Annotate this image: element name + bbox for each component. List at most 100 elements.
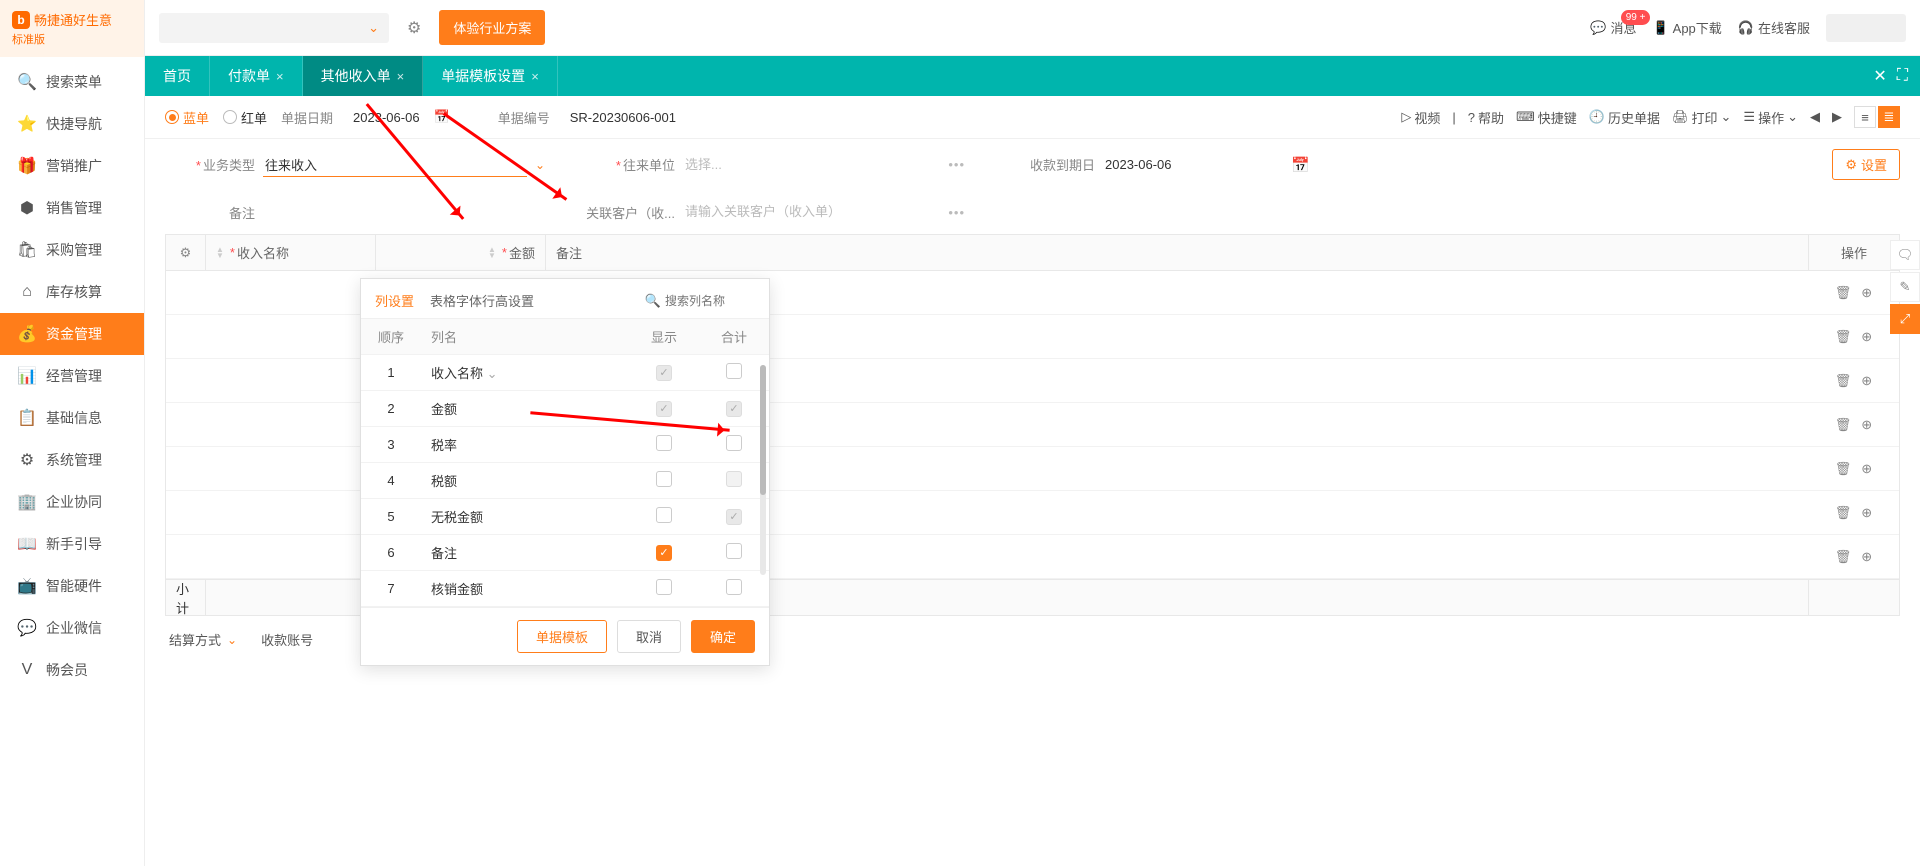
checkbox[interactable]	[656, 579, 672, 595]
checkbox[interactable]: ✓	[656, 545, 672, 561]
tool-expand-icon[interactable]: ⤢	[1890, 304, 1920, 334]
note-input[interactable]	[263, 200, 545, 224]
popup-tab-columns[interactable]: 列设置	[375, 291, 414, 310]
copy-icon[interactable]: ⊕	[1861, 373, 1872, 389]
copy-icon[interactable]: ⊕	[1861, 417, 1872, 433]
density-comfort[interactable]: ≣	[1878, 106, 1900, 128]
prev-icon[interactable]: ◀	[1810, 109, 1820, 125]
date-value[interactable]: 2023-06-06	[353, 110, 420, 125]
avatar[interactable]	[1826, 14, 1906, 42]
copy-icon[interactable]: ⊕	[1861, 461, 1872, 477]
shortcut-link[interactable]: ⌨快捷键	[1516, 108, 1577, 127]
nav-label: 基础信息	[46, 408, 102, 428]
popup-scrollbar[interactable]	[760, 365, 766, 575]
density-toggle: ≡ ≣	[1854, 106, 1900, 128]
next-icon[interactable]: ▶	[1832, 109, 1842, 125]
popup-tab-font[interactable]: 表格字体行高设置	[430, 291, 534, 310]
tab-0[interactable]: 首页	[145, 56, 210, 96]
sidebar-item-4[interactable]: 🛍采购管理	[0, 229, 144, 271]
sidebar-item-5[interactable]: ⌂库存核算	[0, 271, 144, 313]
radio-red[interactable]: 红单	[223, 108, 267, 127]
nav-icon: 📊	[18, 367, 36, 385]
doc-type-radio: 蓝单 红单	[165, 108, 267, 127]
ok-button[interactable]: 确定	[691, 620, 755, 653]
tab-3[interactable]: 单据模板设置×	[423, 56, 558, 96]
history-link[interactable]: 🕘历史单据	[1589, 108, 1660, 127]
sidebar-item-14[interactable]: V畅会员	[0, 649, 144, 691]
sidebar-item-9[interactable]: ⚙系统管理	[0, 439, 144, 481]
column-settings-icon[interactable]: ⚙	[166, 235, 206, 270]
cta-button[interactable]: 体验行业方案	[439, 10, 545, 45]
chevron-down-icon[interactable]: ⌄	[535, 158, 545, 172]
biz-type-input[interactable]	[263, 153, 527, 177]
close-icon[interactable]: ×	[397, 69, 405, 84]
sidebar-item-12[interactable]: 📺智能硬件	[0, 565, 144, 607]
template-button[interactable]: 单据模板	[517, 620, 607, 653]
settlement-field[interactable]: 结算方式⌄	[169, 630, 237, 649]
sidebar-item-13[interactable]: 💬企业微信	[0, 607, 144, 649]
tab-2[interactable]: 其他收入单×	[303, 56, 424, 96]
customer-input[interactable]	[683, 200, 940, 224]
delete-icon[interactable]: 🗑	[1835, 461, 1852, 477]
close-tab-icon[interactable]: ✕	[1873, 66, 1886, 86]
more-icon[interactable]: •••	[948, 205, 965, 220]
sidebar-item-3[interactable]: ⬢销售管理	[0, 187, 144, 229]
party-input[interactable]	[683, 153, 940, 177]
sidebar-item-11[interactable]: 📖新手引导	[0, 523, 144, 565]
col-amount[interactable]: ▲▼*金额	[376, 235, 546, 270]
tab-1[interactable]: 付款单×	[210, 56, 303, 96]
copy-icon[interactable]: ⊕	[1861, 505, 1872, 521]
sidebar-item-7[interactable]: 📊经营管理	[0, 355, 144, 397]
checkbox[interactable]	[656, 507, 672, 523]
checkbox[interactable]	[656, 471, 672, 487]
density-compact[interactable]: ≡	[1854, 106, 1876, 128]
sidebar-item-8[interactable]: 📋基础信息	[0, 397, 144, 439]
delete-icon[interactable]: 🗑	[1835, 373, 1852, 389]
video-link[interactable]: ▷视频	[1401, 108, 1440, 127]
checkbox[interactable]	[726, 543, 742, 559]
sidebar-item-2[interactable]: 🎁营销推广	[0, 145, 144, 187]
calendar-icon[interactable]: 📅	[434, 109, 450, 125]
date-label: 单据日期	[281, 108, 333, 127]
delete-icon[interactable]: 🗑	[1835, 417, 1852, 433]
sidebar-item-10[interactable]: 🏢企业协同	[0, 481, 144, 523]
print-link[interactable]: 🖨打印⌄	[1672, 108, 1731, 127]
messages-link[interactable]: 💬 消息 99 +	[1590, 18, 1636, 37]
help-link[interactable]: ?帮助	[1468, 108, 1504, 127]
delete-icon[interactable]: 🗑	[1835, 329, 1852, 345]
close-icon[interactable]: ×	[531, 69, 539, 84]
tool-edit-icon[interactable]: ✎	[1890, 272, 1920, 302]
close-icon[interactable]: ×	[276, 69, 284, 84]
sidebar-item-1[interactable]: ⭐快捷导航	[0, 103, 144, 145]
popup-search-input[interactable]	[665, 294, 755, 308]
settings-button[interactable]: ⚙设置	[1832, 149, 1900, 180]
sidebar-item-0[interactable]: 🔍搜索菜单	[0, 61, 144, 103]
checkbox[interactable]	[726, 579, 742, 595]
gear-icon[interactable]: ⚙	[401, 18, 427, 38]
copy-icon[interactable]: ⊕	[1861, 285, 1872, 301]
cancel-button[interactable]: 取消	[617, 620, 681, 653]
copy-icon[interactable]: ⊕	[1861, 329, 1872, 345]
delete-icon[interactable]: 🗑	[1835, 505, 1852, 521]
checkbox[interactable]	[726, 435, 742, 451]
ops-link[interactable]: ☰操作⌄	[1743, 108, 1798, 127]
delete-icon[interactable]: 🗑	[1835, 285, 1852, 301]
due-date-input[interactable]	[1103, 153, 1283, 177]
expand-icon[interactable]: ⛶	[1897, 67, 1908, 85]
col-income-name[interactable]: ▲▼*收入名称	[206, 235, 376, 270]
app-download-link[interactable]: 📱 App下载	[1652, 18, 1721, 37]
checkbox[interactable]	[656, 435, 672, 451]
col-note[interactable]: 备注	[546, 235, 1809, 270]
copy-icon[interactable]: ⊕	[1861, 549, 1872, 565]
more-icon[interactable]: •••	[948, 157, 965, 172]
calendar-icon[interactable]: 📅	[1291, 156, 1310, 174]
checkbox[interactable]	[726, 363, 742, 379]
sidebar-item-6[interactable]: 💰资金管理	[0, 313, 144, 355]
history-icon: 🕘	[1589, 109, 1605, 125]
org-selector[interactable]: ⌄	[159, 13, 389, 43]
due-date-field: 收款到期日 📅	[1005, 153, 1310, 177]
delete-icon[interactable]: 🗑	[1835, 549, 1852, 565]
support-link[interactable]: 🎧 在线客服	[1738, 18, 1810, 37]
tool-note-icon[interactable]: 🗨	[1890, 240, 1920, 270]
radio-blue[interactable]: 蓝单	[165, 108, 209, 127]
